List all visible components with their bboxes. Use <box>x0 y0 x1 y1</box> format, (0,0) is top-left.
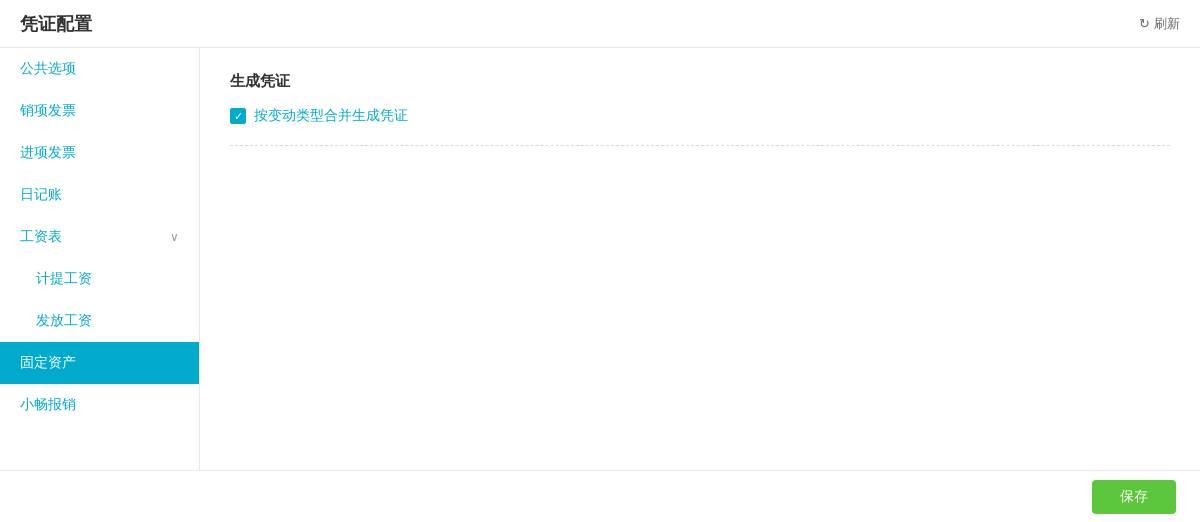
chevron-down-icon: ∨ <box>170 230 179 244</box>
footer: 保存 <box>0 470 1200 522</box>
refresh-button[interactable]: ↻ 刷新 <box>1139 15 1180 33</box>
sidebar-item-payroll-pay[interactable]: 发放工资 <box>0 300 199 342</box>
sidebar-item-purchase-invoice[interactable]: 进项发票 <box>0 132 199 174</box>
section-divider <box>230 145 1170 146</box>
main-content: 生成凭证 按变动类型合并生成凭证 <box>200 48 1200 470</box>
sidebar-item-label-payroll-accrual: 计提工资 <box>36 270 92 288</box>
sidebar-item-label-payroll: 工资表 <box>20 228 62 246</box>
sidebar-item-label-public: 公共选项 <box>20 60 76 78</box>
page-wrapper: 凭证配置 ↻ 刷新 公共选项销项发票进项发票日记账工资表 ∨ 计提工资发放工资固定资… <box>0 0 1200 522</box>
checkbox-label: 按变动类型合并生成凭证 <box>254 107 408 125</box>
sidebar-item-sales-invoice[interactable]: 销项发票 <box>0 90 199 132</box>
sidebar-item-payroll[interactable]: 工资表 ∨ <box>0 216 199 258</box>
sidebar: 公共选项销项发票进项发票日记账工资表 ∨ 计提工资发放工资固定资产小畅报销 <box>0 48 200 470</box>
sidebar-item-label-fixed-assets: 固定资产 <box>20 354 76 372</box>
header: 凭证配置 ↻ 刷新 <box>0 0 1200 48</box>
save-button[interactable]: 保存 <box>1092 480 1176 514</box>
sidebar-item-journal[interactable]: 日记账 <box>0 174 199 216</box>
page-title: 凭证配置 <box>20 12 92 36</box>
body-area: 公共选项销项发票进项发票日记账工资表 ∨ 计提工资发放工资固定资产小畅报销 生成凭证… <box>0 48 1200 470</box>
sidebar-item-public[interactable]: 公共选项 <box>0 48 199 90</box>
sidebar-item-label-payroll-pay: 发放工资 <box>36 312 92 330</box>
sidebar-item-label-sales-invoice: 销项发票 <box>20 102 76 120</box>
sidebar-item-fixed-assets[interactable]: 固定资产 <box>0 342 199 384</box>
sidebar-item-label-journal: 日记账 <box>20 186 62 204</box>
refresh-label: 刷新 <box>1154 15 1180 33</box>
sidebar-item-payroll-accrual[interactable]: 计提工资 <box>0 258 199 300</box>
section-title: 生成凭证 <box>230 72 1170 91</box>
refresh-icon: ↻ <box>1139 16 1150 31</box>
sidebar-item-label-purchase-invoice: 进项发票 <box>20 144 76 162</box>
sidebar-item-label-expense: 小畅报销 <box>20 396 76 414</box>
checkbox-row: 按变动类型合并生成凭证 <box>230 107 1170 125</box>
merge-checkbox[interactable] <box>230 108 246 124</box>
sidebar-item-expense[interactable]: 小畅报销 <box>0 384 199 426</box>
